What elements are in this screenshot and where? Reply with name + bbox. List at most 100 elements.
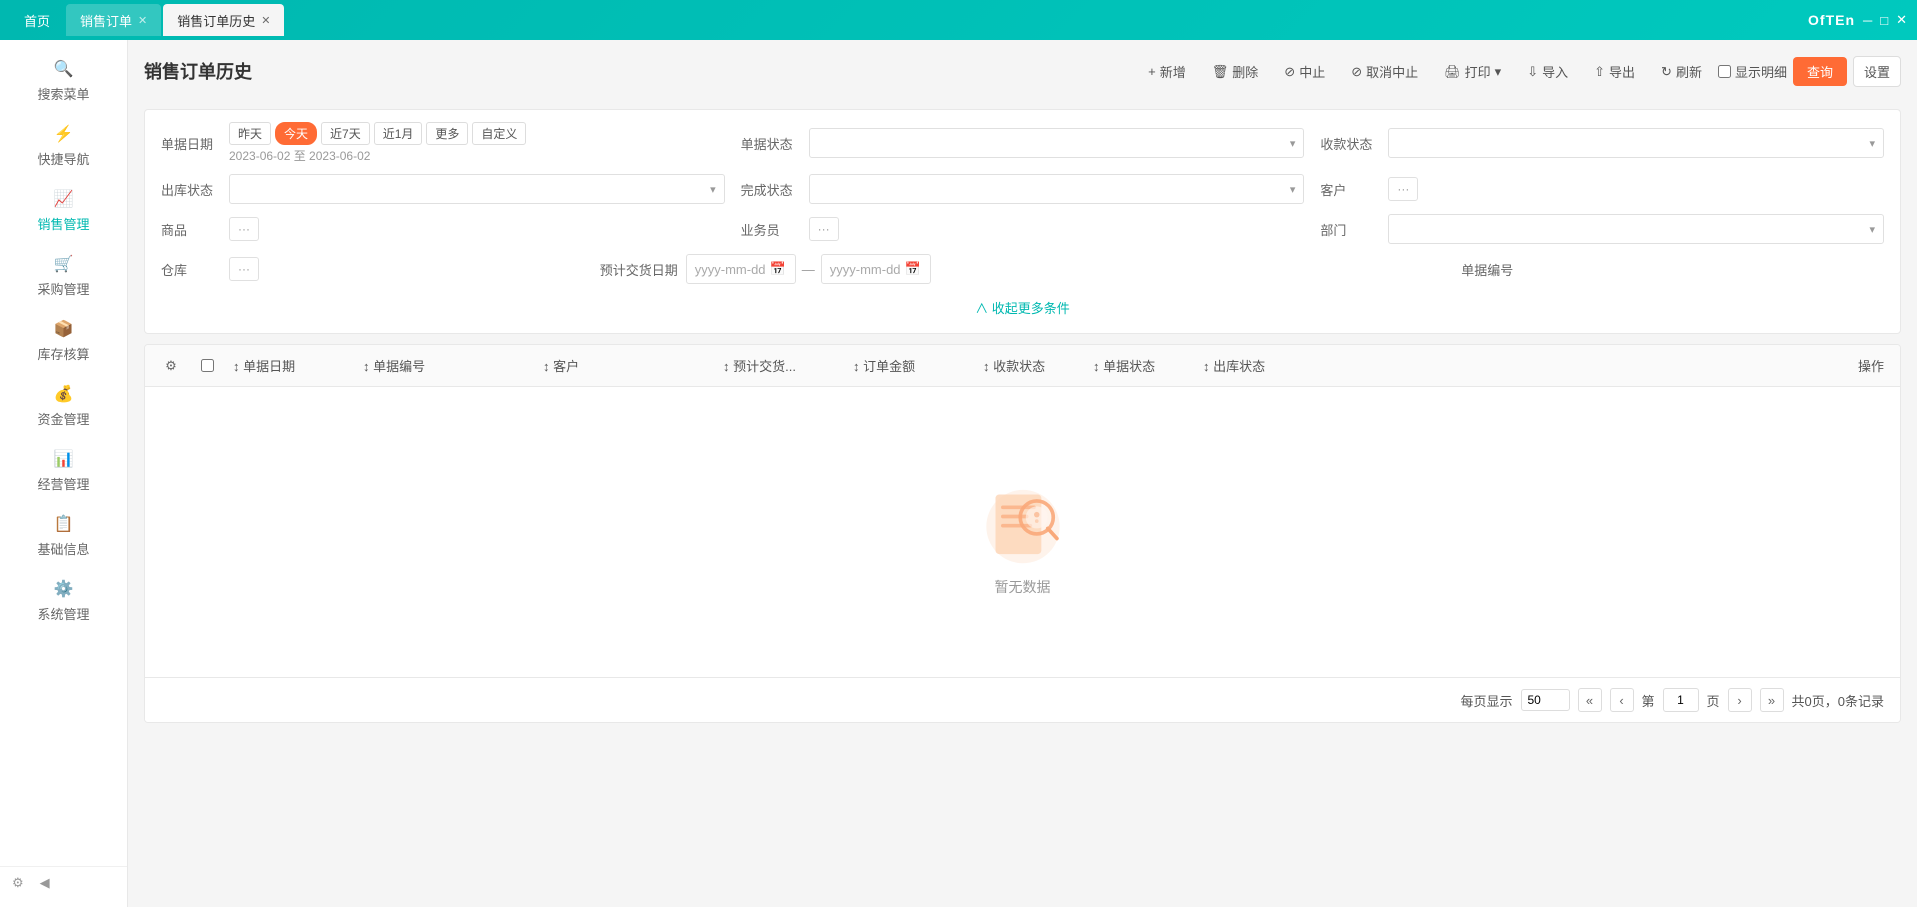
filter-customer: 客户 ···: [1320, 177, 1884, 201]
salesman-label: 业务员: [741, 220, 801, 239]
export-icon: ⇧: [1594, 64, 1605, 80]
date-control: 昨天 今天 近7天 近1月 更多 自定义 2023-06-02 至 2023-0…: [229, 122, 725, 164]
tab-history-close[interactable]: ✕: [261, 14, 270, 27]
print-button[interactable]: 🖨 打印 ▾: [1434, 57, 1511, 86]
filter-expected-delivery: 预计交货日期 yyyy-mm-dd 📅 — yyyy-mm-dd 📅: [600, 254, 1446, 284]
cancel-stop-icon: ⊘: [1351, 64, 1362, 80]
date-btn-custom[interactable]: 自定义: [472, 122, 526, 145]
sales-icon: 📈: [53, 188, 75, 210]
payment-status-arrow-icon: ▾: [1869, 137, 1875, 150]
prev-page-btn[interactable]: ‹: [1610, 688, 1634, 712]
th-order-amount[interactable]: ↕ 订单金额: [845, 356, 975, 375]
tab-sales-order[interactable]: 销售订单 ✕: [66, 4, 161, 36]
new-label: 新增: [1160, 62, 1186, 81]
cancel-stop-button[interactable]: ⊘ 取消中止: [1341, 57, 1428, 86]
table-container: ⚙ ↕ 单据日期 ↕ 单据编号 ↕ 客户 ↕ 预计交货... ↕ 订单金额: [144, 344, 1901, 723]
sidebar-item-operations[interactable]: 📊 经营管理: [0, 438, 127, 503]
department-label: 部门: [1320, 220, 1380, 239]
export-button[interactable]: ⇧ 导出: [1584, 57, 1645, 86]
print-label: 打印: [1465, 62, 1491, 81]
refresh-button[interactable]: ↻ 刷新: [1651, 57, 1712, 86]
th-expected-delivery[interactable]: ↕ 预计交货...: [715, 356, 845, 375]
min-btn[interactable]: ─: [1863, 13, 1872, 28]
empty-illustration: [968, 467, 1078, 577]
date-btn-7days[interactable]: 近7天: [321, 122, 370, 145]
payment-status-label: 收款状态: [1320, 134, 1380, 153]
collapse-sidebar-icon[interactable]: ◀: [40, 875, 50, 891]
department-select[interactable]: ▾: [1388, 214, 1884, 244]
sidebar-item-search[interactable]: 🔍 搜索菜单: [0, 48, 127, 113]
tabs-area: 首页 销售订单 ✕ 销售订单历史 ✕: [10, 4, 1808, 36]
sidebar-item-finance[interactable]: 💰 资金管理: [0, 373, 127, 438]
outbound-status-select[interactable]: ▾: [229, 174, 725, 204]
new-button[interactable]: + 新增: [1138, 57, 1196, 86]
first-page-btn[interactable]: «: [1578, 688, 1602, 712]
order-status-select[interactable]: ▾: [809, 128, 1305, 158]
th-order-number[interactable]: ↕ 单据编号: [355, 356, 535, 375]
basic-info-icon: 📋: [53, 513, 75, 535]
sidebar-item-sales[interactable]: 📈 销售管理: [0, 178, 127, 243]
sidebar-label-purchase: 采购管理: [37, 279, 89, 298]
filter-warehouse: 仓库 ···: [161, 257, 584, 281]
search-icon: 🔍: [53, 58, 75, 80]
th-outbound-status[interactable]: ↕ 出库状态: [1195, 356, 1305, 375]
filter-completion-status: 完成状态 ▾: [741, 174, 1305, 204]
next-page-btn[interactable]: ›: [1728, 688, 1752, 712]
expected-delivery-end[interactable]: yyyy-mm-dd 📅: [821, 254, 931, 284]
close-btn[interactable]: ✕: [1896, 12, 1907, 28]
customer-ellipsis-btn[interactable]: ···: [1388, 177, 1418, 201]
sidebar-item-basic-info[interactable]: 📋 基础信息: [0, 503, 127, 568]
th-customer[interactable]: ↕ 客户: [535, 356, 715, 375]
filter-panel: 单据日期 昨天 今天 近7天 近1月 更多 自定义 2023-06-02: [144, 109, 1901, 334]
th-date[interactable]: ↕ 单据日期: [225, 356, 355, 375]
sidebar-item-system[interactable]: ⚙️ 系统管理: [0, 568, 127, 633]
last-page-icon: »: [1768, 693, 1775, 708]
salesman-ellipsis-btn[interactable]: ···: [809, 217, 839, 241]
pagination-bar: 每页显示 20 50 100 « ‹ 第 页 ›: [145, 677, 1900, 722]
th-payment-status[interactable]: ↕ 收款状态: [975, 356, 1085, 375]
max-btn[interactable]: □: [1880, 13, 1888, 28]
import-button[interactable]: ⇩ 导入: [1517, 57, 1578, 86]
tab-sales-order-history[interactable]: 销售订单历史 ✕: [163, 4, 284, 36]
page-input[interactable]: [1663, 688, 1699, 712]
filter-date: 单据日期 昨天 今天 近7天 近1月 更多 自定义 2023-06-02: [161, 122, 725, 164]
product-ellipsis-btn[interactable]: ···: [229, 217, 259, 241]
sidebar-bottom: ⚙ ◀: [0, 866, 127, 899]
sidebar-item-quick-nav[interactable]: ⚡ 快捷导航: [0, 113, 127, 178]
completion-status-select[interactable]: ▾: [809, 174, 1305, 204]
date-btn-today[interactable]: 今天: [275, 122, 317, 145]
show-detail-input[interactable]: [1718, 65, 1731, 78]
import-icon: ⇩: [1527, 64, 1538, 80]
date-btn-1month[interactable]: 近1月: [374, 122, 423, 145]
page-title: 销售订单历史: [144, 58, 252, 84]
tab-sales-order-close[interactable]: ✕: [138, 14, 147, 27]
print-arrow-icon: ▾: [1495, 64, 1502, 80]
sidebar: 🔍 搜索菜单 ⚡ 快捷导航 📈 销售管理 🛒 采购管理 📦 库存核算 💰 资金管…: [0, 40, 128, 907]
show-detail-checkbox[interactable]: 显示明细: [1718, 62, 1787, 81]
settings-btn[interactable]: 设置: [1853, 56, 1901, 87]
date-range-text: 2023-06-02 至 2023-06-02: [229, 147, 526, 164]
query-button[interactable]: 查询: [1793, 57, 1847, 86]
sidebar-item-purchase[interactable]: 🛒 采购管理: [0, 243, 127, 308]
date-btn-more[interactable]: 更多: [426, 122, 468, 145]
collapse-btn[interactable]: ∧ 收起更多条件: [161, 294, 1884, 321]
tab-home[interactable]: 首页: [10, 4, 64, 36]
th-order-amount-label: ↕ 订单金额: [853, 356, 915, 375]
th-order-status[interactable]: ↕ 单据状态: [1085, 356, 1195, 375]
date-btn-yesterday[interactable]: 昨天: [229, 122, 271, 145]
last-page-btn[interactable]: »: [1760, 688, 1784, 712]
column-settings-btn[interactable]: ⚙: [153, 358, 189, 374]
expected-delivery-start[interactable]: yyyy-mm-dd 📅: [686, 254, 796, 284]
delete-button[interactable]: 🗑 删除: [1202, 57, 1269, 86]
stop-button[interactable]: ⊘ 中止: [1274, 57, 1335, 86]
payment-status-select[interactable]: ▾: [1388, 128, 1884, 158]
sidebar-item-inventory[interactable]: 📦 库存核算: [0, 308, 127, 373]
select-all-input[interactable]: [201, 359, 214, 372]
sidebar-label-operations: 经营管理: [37, 474, 89, 493]
show-detail-label: 显示明细: [1735, 62, 1787, 81]
select-all-checkbox[interactable]: [189, 359, 225, 372]
warehouse-ellipsis-btn[interactable]: ···: [229, 257, 259, 281]
settings-icon[interactable]: ⚙: [12, 875, 24, 891]
page-size-select[interactable]: 20 50 100: [1521, 689, 1570, 711]
department-arrow-icon: ▾: [1869, 223, 1875, 236]
